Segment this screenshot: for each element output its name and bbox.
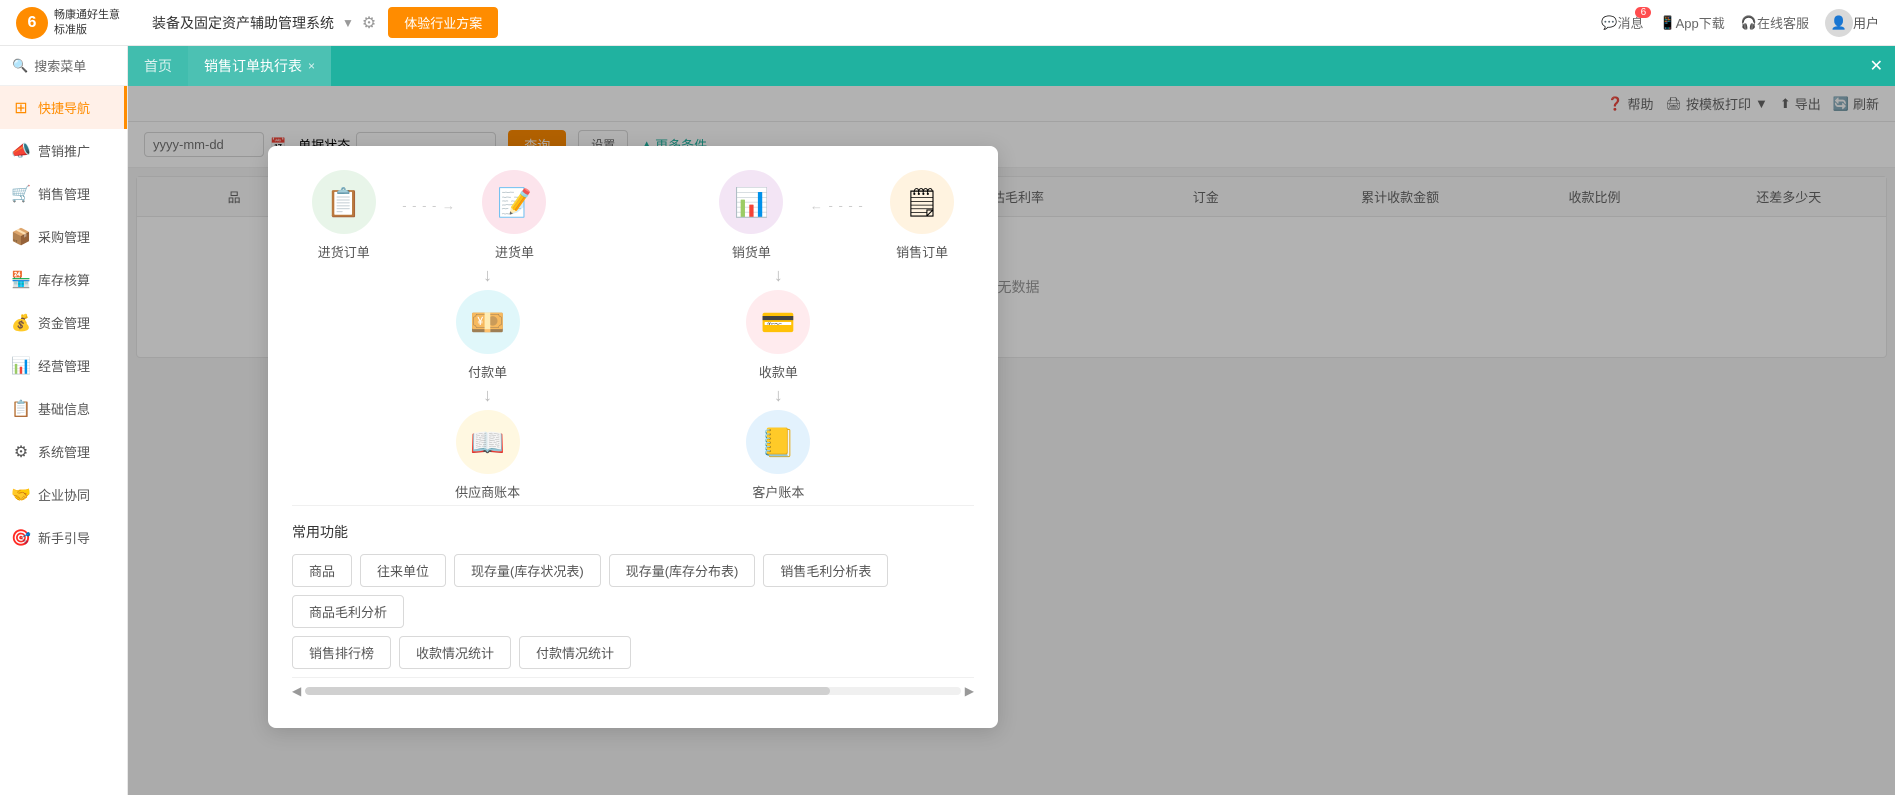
marketing-icon: 📣 (12, 142, 30, 160)
sidebar-item-enterprise[interactable]: 🤝 企业协同 (0, 473, 127, 516)
sidebar-item-beginner[interactable]: 🎯 新手引导 (0, 516, 127, 559)
sidebar-item-inventory[interactable]: 🏪 库存核算 (0, 258, 127, 301)
inventory-icon: 🏪 (12, 271, 30, 289)
common-functions-section: 常用功能 商品 往来单位 现存量(库存状况表) 现存量(库存分布表) 销售毛利分… (292, 505, 974, 669)
quick-nav-icon: ⊞ (12, 99, 30, 117)
trial-button[interactable]: 体验行业方案 (388, 7, 498, 38)
basic-info-icon: 📋 (12, 400, 30, 418)
system-dropdown-arrow[interactable]: ▼ (342, 16, 354, 30)
scroll-track[interactable] (305, 687, 961, 695)
tab-sales-order[interactable]: 销售订单执行表 × (188, 46, 331, 86)
func-btn-stock-status[interactable]: 现存量(库存状况表) (454, 554, 601, 587)
flow-node-supplier-account: 📖 供应商账本 (443, 410, 533, 501)
flow-node-receipt: 💳 收款单 (733, 290, 823, 381)
avatar: 👤 (1825, 9, 1853, 37)
enterprise-icon: 🤝 (12, 486, 30, 504)
flow-node-purchase-bill: 📝 进货单 (469, 170, 559, 261)
message-badge: 6 (1635, 7, 1651, 18)
flow-node-sales-bill: 📊 销货单 (706, 170, 796, 261)
modal-scrollbar: ◀ ▶ (292, 677, 974, 704)
flow-modal: 📋 进货订单 - - - - → 📝 (268, 146, 998, 728)
sidebar-item-purchase[interactable]: 📦 采购管理 (0, 215, 127, 258)
supplier-account-circle: 📖 (456, 410, 520, 474)
sidebar-item-marketing[interactable]: 📣 营销推广 (0, 129, 127, 172)
scroll-thumb (305, 687, 829, 695)
sidebar-item-basic-info[interactable]: 📋 基础信息 (0, 387, 127, 430)
sales-order-circle: 🗒 (890, 170, 954, 234)
sales-icon: 🛒 (12, 185, 30, 203)
payment-circle: 💴 (456, 290, 520, 354)
flow-node-sales-order: 🗒 销售订单 (877, 170, 967, 261)
scroll-right-arrow[interactable]: ▶ (965, 684, 974, 698)
func-btn-stock-dist[interactable]: 现存量(库存分布表) (609, 554, 756, 587)
operations-icon: 📊 (12, 357, 30, 375)
logo-text: 畅康通好生意 标准版 (54, 8, 120, 37)
beginner-icon: 🎯 (12, 529, 30, 547)
app-logo-icon: 6 (16, 7, 48, 39)
download-icon: 📱 (1659, 15, 1675, 31)
func-btn-receipt-stats[interactable]: 收款情况统计 (399, 636, 511, 669)
func-btn-product[interactable]: 商品 (292, 554, 352, 587)
func-btn-product-margin[interactable]: 商品毛利分析 (292, 595, 404, 628)
func-btn-counterpart[interactable]: 往来单位 (360, 554, 446, 587)
function-buttons-row1: 商品 往来单位 现存量(库存状况表) 现存量(库存分布表) 销售毛利分析表 商品… (292, 554, 974, 628)
app-download-button[interactable]: 📱 App下载 (1659, 13, 1724, 32)
customer-account-circle: 📒 (746, 410, 810, 474)
sidebar-item-sales[interactable]: 🛒 销售管理 (0, 172, 127, 215)
sidebar-search[interactable]: 🔍 搜索菜单 (0, 46, 127, 86)
message-button[interactable]: 💬 消息 6 (1601, 13, 1643, 32)
purchase-order-circle: 📋 (312, 170, 376, 234)
sidebar-item-operations[interactable]: 📊 经营管理 (0, 344, 127, 387)
system-icon: ⚙ (12, 443, 30, 461)
sales-bill-circle: 📊 (719, 170, 783, 234)
modal-overlay: 📋 进货订单 - - - - → 📝 (128, 86, 1895, 795)
purchase-icon: 📦 (12, 228, 30, 246)
purchase-bill-circle: 📝 (482, 170, 546, 234)
func-btn-payment-stats[interactable]: 付款情况统计 (519, 636, 631, 669)
receipt-circle: 💳 (746, 290, 810, 354)
common-functions-title: 常用功能 (292, 522, 974, 542)
sidebar-item-quick-nav[interactable]: ⊞ 快捷导航 (0, 86, 127, 129)
func-btn-sales-margin[interactable]: 销售毛利分析表 (763, 554, 888, 587)
function-buttons-row2: 销售排行榜 收款情况统计 付款情况统计 (292, 636, 974, 669)
message-icon: 💬 (1601, 15, 1617, 31)
gear-icon[interactable]: ⚙ (362, 13, 376, 33)
func-btn-sales-rank[interactable]: 销售排行榜 (292, 636, 391, 669)
tab-close-icon[interactable]: × (308, 59, 315, 73)
window-close-icon[interactable]: ✕ (1870, 56, 1883, 76)
service-icon: 🎧 (1741, 15, 1757, 31)
user-menu[interactable]: 👤 用户 (1825, 9, 1879, 37)
flow-node-purchase-order: 📋 进货订单 (299, 170, 389, 261)
finance-icon: 💰 (12, 314, 30, 332)
tab-home[interactable]: 首页 (128, 46, 188, 86)
flow-node-payment: 💴 付款单 (443, 290, 533, 381)
sidebar-item-finance[interactable]: 💰 资金管理 (0, 301, 127, 344)
flow-node-customer-account: 📒 客户账本 (733, 410, 823, 501)
system-title: 装备及固定资产辅助管理系统 (152, 13, 334, 33)
sidebar-item-system[interactable]: ⚙ 系统管理 (0, 430, 127, 473)
scroll-left-arrow[interactable]: ◀ (292, 684, 301, 698)
online-service-button[interactable]: 🎧 在线客服 (1741, 13, 1809, 32)
search-icon: 🔍 (12, 58, 28, 74)
